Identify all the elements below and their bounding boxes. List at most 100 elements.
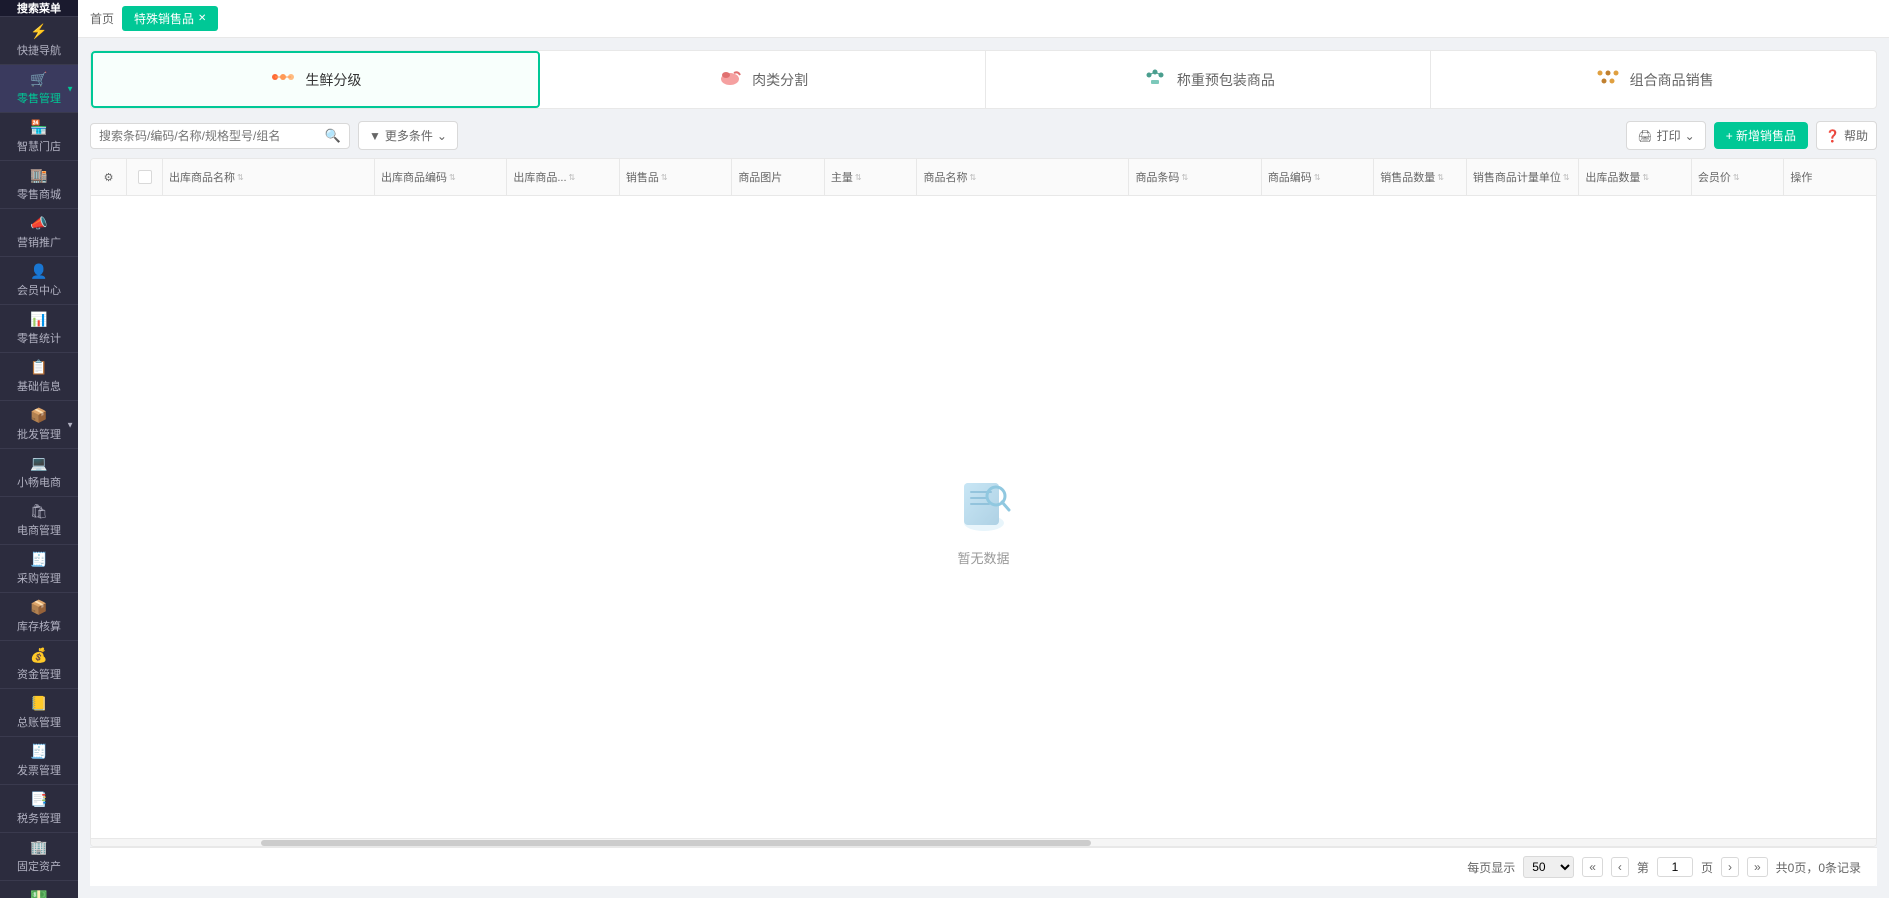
th-goods-barcode: 商品条码 ⇅ [1129, 159, 1261, 195]
next-page-button[interactable]: › [1721, 857, 1739, 877]
th-settings[interactable]: ⚙ [91, 159, 127, 195]
breadcrumb-home[interactable]: 首页 [90, 10, 114, 27]
inventory-icon: 📦 [30, 599, 47, 616]
sort-icon[interactable]: ⇅ [237, 173, 244, 182]
sidebar-item-label: 会员中心 [17, 282, 61, 298]
sidebar-item-purchase-manage[interactable]: 🧾 采购管理 [0, 545, 78, 593]
sidebar-item-inventory[interactable]: 📦 库存核算 [0, 593, 78, 641]
sidebar-item-general-ledger[interactable]: 📒 总账管理 [0, 689, 78, 737]
sidebar-item-label: 零售商城 [17, 186, 61, 202]
first-page-button[interactable]: « [1582, 857, 1603, 877]
prev-page-button[interactable]: ‹ [1611, 857, 1629, 877]
sidebar: 搜索菜单 ⚡ 快捷导航 🛒 零售管理 ▼ 🏪 智慧门店 🏬 零售商城 📣 营销推… [0, 0, 78, 898]
sidebar-item-quick-nav[interactable]: ⚡ 快捷导航 [0, 17, 78, 65]
tab-scale-prepack[interactable]: 称重预包装商品 [986, 51, 1432, 108]
sidebar-item-label: 快捷导航 [17, 42, 61, 58]
sidebar-item-basic-info[interactable]: 📋 基础信息 [0, 353, 78, 401]
page-size-label: 每页显示 [1467, 859, 1515, 876]
th-goods-name: 商品名称 ⇅ [917, 159, 1129, 195]
th-outbound-code: 出库商品编码 ⇅ [375, 159, 507, 195]
scale-prepack-icon [1141, 67, 1169, 92]
th-out-qty: 出库品数量 ⇅ [1579, 159, 1691, 195]
th-outbound-spec: 出库商品... ⇅ [507, 159, 619, 195]
retail-mall-icon: 🏬 [30, 167, 47, 184]
settings-icon: ⚙ [104, 171, 114, 184]
sort-icon-10[interactable]: ⇅ [1563, 173, 1570, 182]
th-action: 操作 [1784, 159, 1876, 195]
horizontal-scrollbar[interactable] [91, 838, 1876, 846]
mini-ecom-icon: 💻 [30, 455, 47, 472]
th-sale-item: 销售品 ⇅ [620, 159, 732, 195]
sidebar-item-label: 固定资产 [17, 858, 61, 874]
empty-icon [944, 468, 1024, 538]
sidebar-item-ecom-manage[interactable]: 🛍 电商管理 [0, 497, 78, 545]
page-size-select[interactable]: 50 10 20 100 [1523, 856, 1574, 878]
last-page-button[interactable]: » [1747, 857, 1768, 877]
sidebar-logo[interactable]: 搜索菜单 [0, 0, 78, 17]
sidebar-item-membership[interactable]: 👤 会员中心 [0, 257, 78, 305]
chevron-down-icon-2: ▼ [66, 420, 74, 429]
pagination-bar: 每页显示 50 10 20 100 « ‹ 第 页 › » 共0页，0条记录 [90, 847, 1877, 886]
add-product-button[interactable]: + 新增销售品 [1714, 122, 1808, 149]
sidebar-item-label: 采购管理 [17, 570, 61, 586]
tab-meat-cut[interactable]: 肉类分割 [540, 51, 986, 108]
sort-icon-8[interactable]: ⇅ [1314, 173, 1321, 182]
tab-scale-prepack-label: 称重预包装商品 [1177, 70, 1275, 90]
sidebar-item-invoice[interactable]: 🧾 发票管理 [0, 737, 78, 785]
tab-close-icon[interactable]: ✕ [198, 13, 206, 24]
page-label-pre: 第 [1637, 859, 1649, 876]
print-button[interactable]: 🖨 打印 ⌄ [1626, 121, 1705, 150]
th-goods-img: 商品图片 [732, 159, 825, 195]
invoice-icon: 🧾 [30, 743, 47, 760]
sidebar-item-wholesale-manage[interactable]: 📦 批发管理 ▼ [0, 401, 78, 449]
sidebar-item-marketing[interactable]: 📣 营销推广 [0, 209, 78, 257]
sort-icon-7[interactable]: ⇅ [1181, 173, 1188, 182]
sidebar-item-label: 基础信息 [17, 378, 61, 394]
sidebar-item-smart-store[interactable]: 🏪 智慧门店 [0, 113, 78, 161]
page-input[interactable] [1657, 857, 1693, 877]
active-tab[interactable]: 特殊销售品 ✕ [122, 6, 218, 31]
header-checkbox[interactable] [138, 170, 152, 184]
basic-info-icon: 📋 [30, 359, 47, 376]
sort-icon-3[interactable]: ⇅ [569, 173, 576, 182]
sort-icon-5[interactable]: ⇅ [855, 173, 862, 182]
category-tabs: 生鲜分级 肉类分割 [90, 50, 1877, 109]
chevron-down-icon-print: ⌄ [1685, 129, 1695, 143]
search-input[interactable] [99, 129, 325, 143]
help-button[interactable]: ❓ 帮助 [1816, 121, 1877, 150]
search-input-wrap[interactable]: 🔍 [90, 123, 350, 149]
scrollbar-thumb[interactable] [261, 840, 1091, 846]
data-table: ⚙ 出库商品名称 ⇅ 出库商品编码 ⇅ 出库商品... ⇅ [90, 158, 1877, 847]
combo-sales-icon [1594, 67, 1622, 92]
chevron-down-icon: ⌄ [437, 129, 447, 143]
sort-icon-12[interactable]: ⇅ [1733, 173, 1740, 182]
sidebar-item-mini-ecom[interactable]: 💻 小畅电商 [0, 449, 78, 497]
retail-manage-icon: 🛒 [30, 71, 47, 88]
th-checkbox[interactable] [127, 159, 163, 195]
membership-icon: 👤 [30, 263, 47, 280]
sidebar-item-retail-manage[interactable]: 🛒 零售管理 ▼ [0, 65, 78, 113]
sidebar-item-label: 营销推广 [17, 234, 61, 250]
sidebar-item-retail-mall[interactable]: 🏬 零售商城 [0, 161, 78, 209]
toolbar: 🔍 ▼ 更多条件 ⌄ 🖨 打印 ⌄ + 新增销售品 ❓ 帮助 [90, 121, 1877, 150]
sidebar-item-wages[interactable]: 💵 工资 [0, 881, 78, 898]
sort-icon-4[interactable]: ⇅ [661, 173, 668, 182]
sort-icon-9[interactable]: ⇅ [1437, 173, 1444, 182]
filter-button[interactable]: ▼ 更多条件 ⌄ [358, 121, 458, 150]
sidebar-item-fixed-assets[interactable]: 🏢 固定资产 [0, 833, 78, 881]
sidebar-item-retail-stats[interactable]: 📊 零售统计 [0, 305, 78, 353]
sidebar-item-finance[interactable]: 💰 资金管理 [0, 641, 78, 689]
sidebar-item-label: 零售统计 [17, 330, 61, 346]
tab-combo-sales[interactable]: 组合商品销售 [1431, 51, 1876, 108]
sort-icon-6[interactable]: ⇅ [969, 173, 976, 182]
smart-store-icon: 🏪 [30, 119, 47, 136]
sort-icon-11[interactable]: ⇅ [1642, 173, 1649, 182]
chevron-down-icon: ▼ [66, 84, 74, 93]
content-area: 生鲜分级 肉类分割 [78, 38, 1889, 898]
tab-fresh-grade[interactable]: 生鲜分级 [91, 51, 540, 108]
sort-icon-2[interactable]: ⇅ [449, 173, 456, 182]
sidebar-item-label: 资金管理 [17, 666, 61, 682]
sidebar-item-label: 税务管理 [17, 810, 61, 826]
sidebar-item-tax-manage[interactable]: 📑 税务管理 [0, 785, 78, 833]
total-label: 共0页，0条记录 [1776, 859, 1861, 876]
